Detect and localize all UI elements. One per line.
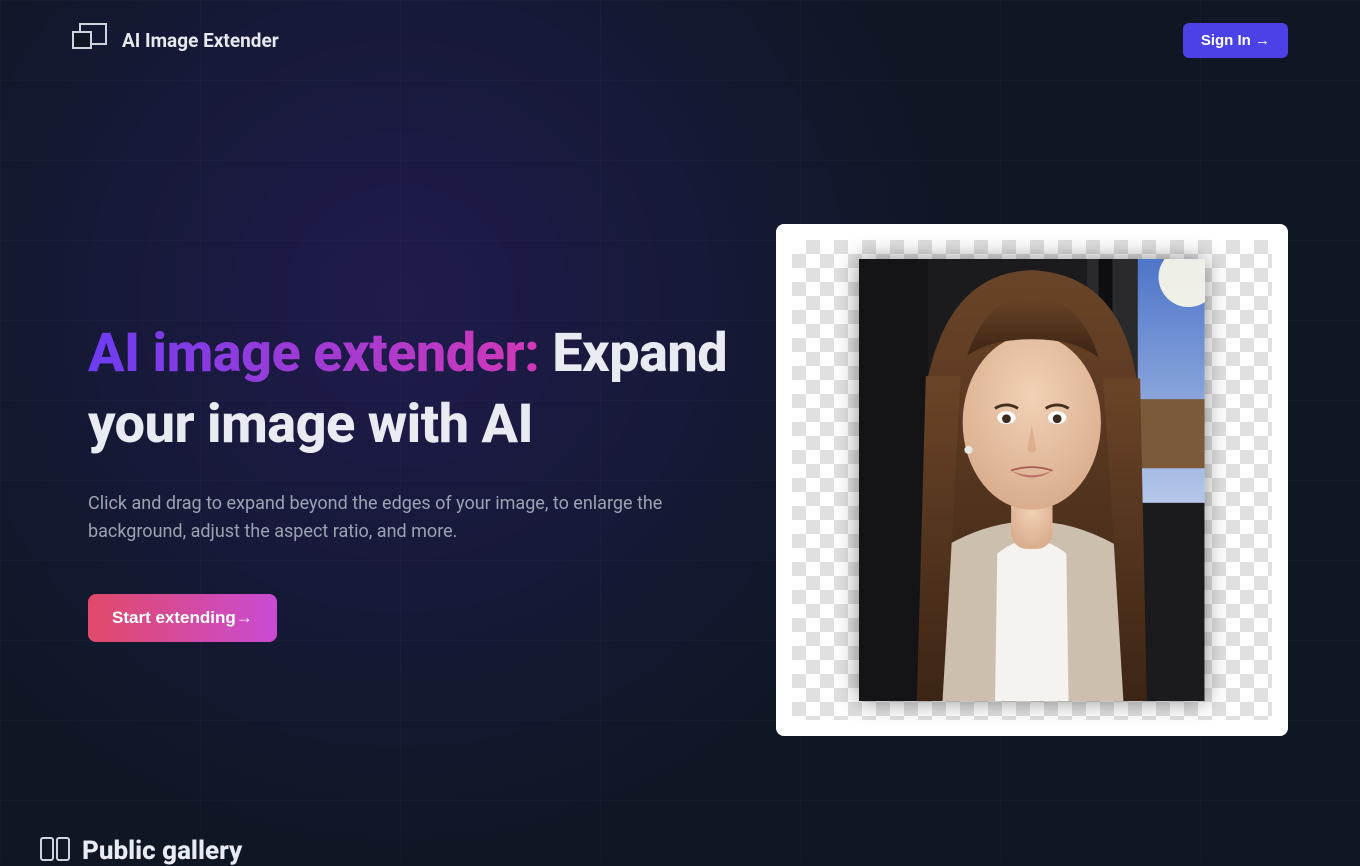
gallery-title: Public gallery <box>82 836 242 866</box>
start-extending-button[interactable]: Start extending→ <box>88 594 277 642</box>
public-gallery-section: Public gallery <box>0 736 1360 866</box>
sample-photo <box>859 259 1205 701</box>
hero-preview-card <box>776 224 1288 736</box>
logo-icon <box>72 23 108 57</box>
hero-subtitle: Click and drag to expand beyond the edge… <box>88 490 736 546</box>
hero-title-gradient: AI image extender: <box>88 322 539 385</box>
grid-icon <box>40 837 70 865</box>
signin-button[interactable]: Sign In → <box>1183 23 1288 58</box>
brand-link[interactable]: AI Image Extender <box>72 23 279 57</box>
hero-section: AI image extender: Expand your image wit… <box>0 80 1360 736</box>
hero-copy: AI image extender: Expand your image wit… <box>88 318 736 642</box>
hero-title: AI image extender: Expand your image wit… <box>88 318 736 461</box>
site-header: AI Image Extender Sign In → <box>0 0 1360 80</box>
transparency-canvas <box>792 240 1272 720</box>
brand-name: AI Image Extender <box>122 29 279 52</box>
